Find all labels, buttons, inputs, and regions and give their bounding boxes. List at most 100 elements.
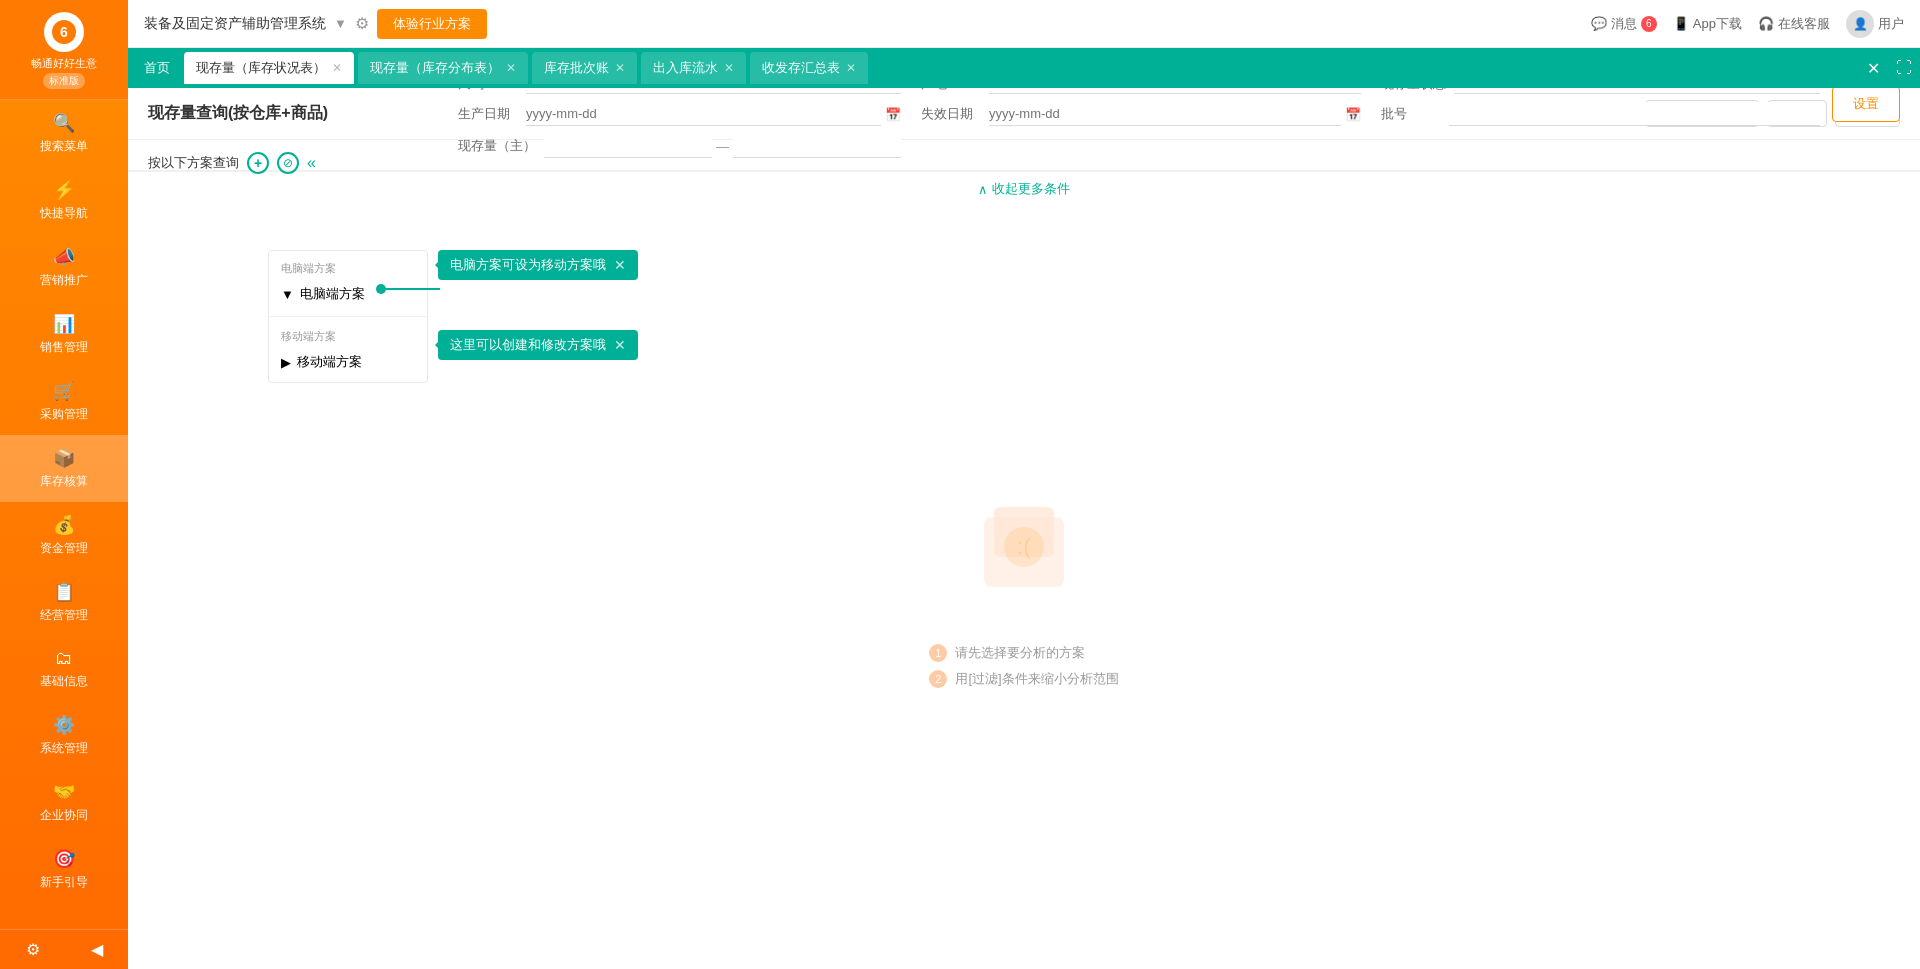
- sidebar-item-operation[interactable]: 📋 经营管理: [0, 569, 128, 636]
- sidebar-item-finance[interactable]: 💰 资金管理: [0, 502, 128, 569]
- scheme-divider: [269, 316, 427, 317]
- settings-bottom-btn[interactable]: ⚙: [26, 940, 40, 959]
- sidebar-item-label: 资金管理: [40, 540, 88, 557]
- sidebar-item-guide[interactable]: 🎯 新手引导: [0, 836, 128, 903]
- notice-item[interactable]: 💬 消息 6: [1591, 15, 1657, 33]
- tip-text-1: 请先选择要分析的方案: [955, 644, 1085, 662]
- sidebar-item-label: 库存核算: [40, 473, 88, 490]
- sidebar-item-system[interactable]: ⚙️ 系统管理: [0, 702, 128, 769]
- origin-label: 产地: [921, 88, 981, 93]
- size-dropdown-icon: ▼: [891, 88, 901, 89]
- header-left: 装备及固定资产辅助管理系统 ▼ ⚙ 体验行业方案: [144, 9, 487, 39]
- tab-close-icon[interactable]: ✕: [332, 61, 342, 75]
- logo-badge: 标准版: [43, 73, 85, 89]
- sidebar-item-search[interactable]: 🔍 搜索菜单: [0, 100, 128, 167]
- sidebar-item-label: 营销推广: [40, 272, 88, 289]
- tab-close-all-icon[interactable]: ✕: [1863, 55, 1884, 82]
- filter-row-stock-status: 现存量状态 ▼: [1381, 88, 1821, 94]
- scheme-mobile-item[interactable]: ▶ 移动端方案: [269, 346, 427, 378]
- collapse-up-icon: ∧: [978, 182, 988, 197]
- app-label: App下载: [1693, 15, 1742, 33]
- sidebar-item-label: 基础信息: [40, 673, 88, 690]
- produce-date-calendar-icon[interactable]: 📅: [885, 107, 901, 122]
- empty-tip-2: 2 用[过滤]条件来缩小分析范围: [929, 670, 1118, 688]
- tooltip2-close-btn[interactable]: ✕: [614, 337, 626, 353]
- main-area: 装备及固定资产辅助管理系统 ▼ ⚙ 体验行业方案 💬 消息 6 📱 App下载 …: [128, 0, 1920, 969]
- notice-icon: 💬: [1591, 16, 1607, 31]
- expire-date-field: 📅: [989, 102, 1361, 126]
- page-title: 现存量查询(按仓库+商品): [148, 103, 328, 124]
- origin-dropdown-icon: ▼: [1351, 88, 1361, 89]
- industry-btn[interactable]: 体验行业方案: [377, 9, 487, 39]
- filter-label: 按以下方案查询: [148, 154, 239, 172]
- empty-tips: 1 请先选择要分析的方案 2 用[过滤]条件来缩小分析范围: [929, 644, 1118, 688]
- tab-inout-flow[interactable]: 出入库流水 ✕: [641, 52, 746, 84]
- sidebar-item-enterprise[interactable]: 🤝 企业协同: [0, 769, 128, 836]
- system-dropdown-icon[interactable]: ▼: [334, 16, 347, 31]
- scheme-mobile-label: 移动端方案: [297, 353, 362, 371]
- origin-select[interactable]: ▼: [989, 88, 1361, 94]
- sidebar-item-marketing[interactable]: 📣 营销推广: [0, 234, 128, 301]
- user-item[interactable]: 👤 用户: [1846, 10, 1904, 38]
- stock-status-select[interactable]: ▼: [1454, 88, 1821, 94]
- sidebar-item-sales[interactable]: 📊 销售管理: [0, 301, 128, 368]
- scheme-list: 电脑端方案 ▼ 电脑端方案 移动端方案 ▶ 移动端方案: [268, 250, 428, 383]
- sidebar-item-label: 企业协同: [40, 807, 88, 824]
- guide-icon: 🎯: [53, 848, 75, 870]
- sidebar-item-label: 新手引导: [40, 874, 88, 891]
- purchase-icon: 🛒: [53, 380, 75, 402]
- tip-num-2: 2: [929, 670, 947, 688]
- sidebar-item-label: 搜索菜单: [40, 138, 88, 155]
- tab-close-icon[interactable]: ✕: [846, 61, 856, 75]
- size-select[interactable]: ▼: [526, 88, 901, 94]
- expire-date-calendar-icon[interactable]: 📅: [1345, 107, 1361, 122]
- tab-close-icon[interactable]: ✕: [615, 61, 625, 75]
- tab-home[interactable]: 首页: [132, 59, 182, 77]
- headset-icon: 🎧: [1758, 16, 1774, 31]
- scheme-pc-item[interactable]: ▼ 电脑端方案: [269, 278, 427, 310]
- basic-icon: 🗂: [55, 648, 73, 669]
- support-item[interactable]: 🎧 在线客服: [1758, 15, 1830, 33]
- filter-action-col: 查询 设置: [1832, 88, 1900, 158]
- top-header: 装备及固定资产辅助管理系统 ▼ ⚙ 体验行业方案 💬 消息 6 📱 App下载 …: [128, 0, 1920, 48]
- phone-icon: 📱: [1673, 16, 1689, 31]
- system-name: 装备及固定资产辅助管理系统: [144, 15, 326, 33]
- avatar: 👤: [1846, 10, 1874, 38]
- sidebar: 6 畅通好好生意 标准版 🔍 搜索菜单 ⚡ 快捷导航 📣 营销推广 📊 销售管理…: [0, 0, 128, 969]
- stock-qty-max-input[interactable]: [733, 134, 901, 158]
- quicknav-icon: ⚡: [53, 179, 75, 201]
- tab-close-icon[interactable]: ✕: [506, 61, 516, 75]
- tab-receive-summary[interactable]: 收发存汇总表 ✕: [750, 52, 868, 84]
- stock-qty-min-input[interactable]: [544, 134, 712, 158]
- sidebar-item-quicknav[interactable]: ⚡ 快捷导航: [0, 167, 128, 234]
- tip-num-1: 1: [929, 644, 947, 662]
- header-settings-icon[interactable]: ⚙: [355, 14, 369, 33]
- system-icon: ⚙️: [53, 714, 75, 736]
- filter-row-batch-no: 批号: [1381, 102, 1821, 126]
- app-download-item[interactable]: 📱 App下载: [1673, 15, 1742, 33]
- tab-inventory-dist[interactable]: 现存量（库存分布表） ✕: [358, 52, 528, 84]
- produce-date-input[interactable]: [526, 102, 881, 126]
- collapse-bar[interactable]: ∧ 收起更多条件: [128, 171, 1920, 206]
- expand-right-icon: ▶: [281, 355, 291, 370]
- tab-label: 现存量（库存分布表）: [370, 59, 500, 77]
- tab-expand-icon[interactable]: ⛶: [1892, 55, 1916, 82]
- sidebar-item-purchase[interactable]: 🛒 采购管理: [0, 368, 128, 435]
- sidebar-item-basic[interactable]: 🗂 基础信息: [0, 636, 128, 702]
- expire-date-label: 失效日期: [921, 105, 981, 123]
- set-btn[interactable]: 设置: [1832, 88, 1900, 122]
- tab-label: 收发存汇总表: [762, 59, 840, 77]
- tab-inventory-status[interactable]: 现存量（库存状况表） ✕: [184, 52, 354, 84]
- tab-batch-ledger[interactable]: 库存批次账 ✕: [532, 52, 637, 84]
- sidebar-item-inventory[interactable]: 📦 库存核算: [0, 435, 128, 502]
- filter-back-btn[interactable]: «: [307, 154, 316, 172]
- tab-close-icon[interactable]: ✕: [724, 61, 734, 75]
- batch-no-input[interactable]: [1449, 102, 1821, 126]
- filter-main-grid: 仓库 ··· 商品 ··· 颜色 ▼: [458, 88, 1820, 158]
- collapse-sidebar-btn[interactable]: ◀: [91, 940, 103, 959]
- tooltip1-close-btn[interactable]: ✕: [614, 257, 626, 273]
- filter-edit-btn[interactable]: ⊘: [277, 152, 299, 174]
- notice-badge: 6: [1641, 16, 1657, 32]
- filter-add-btn[interactable]: +: [247, 152, 269, 174]
- expire-date-input[interactable]: [989, 102, 1341, 126]
